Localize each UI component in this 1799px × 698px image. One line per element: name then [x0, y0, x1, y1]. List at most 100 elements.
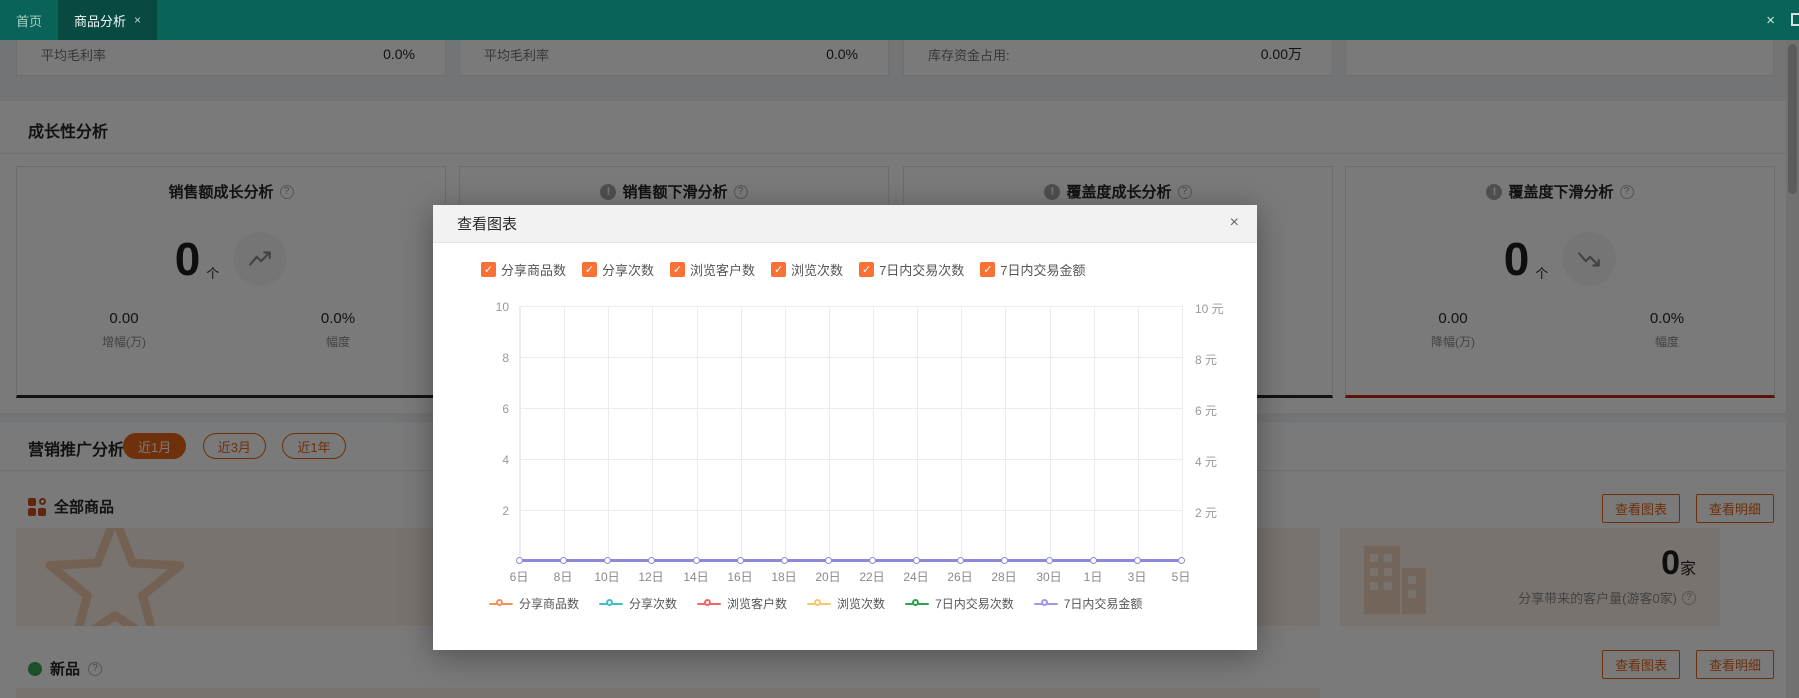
series-checkbox[interactable]: ✓ 7日内交易金额: [980, 260, 1086, 279]
legend-item[interactable]: 浏览次数: [807, 595, 885, 612]
legend-marker: [1033, 598, 1058, 609]
x-axis-label: 30日: [1036, 570, 1062, 584]
y-axis-label-right: 8 元: [1195, 353, 1218, 367]
topbar-actions: ×: [1766, 0, 1775, 40]
y-axis-label-right: 4 元: [1195, 455, 1218, 469]
y-axis-label: 4: [502, 453, 509, 467]
data-point[interactable]: [648, 557, 655, 564]
data-point[interactable]: [1001, 557, 1008, 564]
x-axis-label: 3日: [1127, 570, 1147, 584]
x-axis-label: 12日: [638, 570, 664, 584]
y-axis-label: 6: [502, 402, 509, 416]
y-axis-label-right: 10 元: [1195, 302, 1224, 316]
modal-header: 查看图表 ×: [433, 205, 1257, 243]
gridline: [1182, 306, 1183, 561]
checkbox-checked-icon: ✓: [481, 262, 496, 277]
legend-item[interactable]: 7日内交易次数: [905, 595, 1014, 612]
data-point[interactable]: [737, 557, 744, 564]
gridline: [741, 306, 742, 561]
x-axis-label: 14日: [683, 570, 709, 584]
y-axis-label: 10: [495, 300, 509, 314]
modal-title: 查看图表: [457, 216, 518, 233]
x-axis-label: 5日: [1171, 570, 1191, 584]
checkbox-checked-icon: ✓: [771, 262, 787, 277]
data-point[interactable]: [957, 557, 964, 564]
data-point[interactable]: [825, 557, 832, 564]
chart-legend: 分享商品数 分享次数 浏览客户数 浏览次数 7日内交易次数 7日内交易金额: [489, 595, 1142, 612]
series-checkbox[interactable]: ✓ 分享商品数: [481, 260, 566, 279]
gridline: [785, 306, 786, 561]
tab-close-icon[interactable]: ×: [134, 13, 141, 27]
x-axis-label: 20日: [815, 570, 841, 584]
series-checkbox[interactable]: ✓ 浏览客户数: [670, 260, 755, 279]
data-point[interactable]: [869, 557, 876, 564]
data-point[interactable]: [516, 557, 523, 564]
series-checkbox[interactable]: ✓ 浏览次数: [771, 260, 843, 279]
x-axis-label: 28日: [991, 570, 1017, 584]
gridline: [564, 306, 565, 561]
data-point[interactable]: [1090, 557, 1097, 564]
x-axis-label: 24日: [903, 570, 929, 584]
view-chart-modal: 查看图表 × ✓ 分享商品数 ✓ 分享次数 ✓ 浏览客户数 ✓ 浏览次数 ✓ 7…: [433, 205, 1257, 650]
gridline: [961, 306, 962, 561]
tab-home[interactable]: 首页: [0, 0, 58, 40]
data-point[interactable]: [1178, 557, 1185, 564]
data-point[interactable]: [693, 557, 700, 564]
gridline: [697, 306, 698, 561]
gridline: [520, 306, 1182, 307]
x-axis-label: 10日: [594, 570, 620, 584]
data-point[interactable]: [1046, 557, 1053, 564]
legend-marker: [697, 598, 722, 609]
series-checkbox[interactable]: ✓ 分享次数: [582, 260, 654, 279]
gridline: [520, 306, 521, 561]
legend-item[interactable]: 浏览客户数: [697, 595, 787, 612]
series-checkbox[interactable]: ✓ 7日内交易次数: [859, 260, 964, 279]
gridline: [652, 306, 653, 561]
legend-item[interactable]: 分享商品数: [489, 595, 579, 612]
app-window: 平均毛利率 0.0% 平均毛利率 0.0% 库存资金占用: 0.00万 成长性分…: [0, 0, 1799, 698]
checkbox-checked-icon: ✓: [980, 262, 996, 277]
legend-marker: [905, 598, 930, 609]
data-point[interactable]: [781, 557, 788, 564]
legend-item[interactable]: 7日内交易金额: [1033, 595, 1142, 612]
data-point[interactable]: [560, 557, 567, 564]
data-point[interactable]: [604, 557, 611, 564]
gridline: [520, 510, 1182, 511]
checkbox-checked-icon: ✓: [582, 262, 598, 277]
tab-product-analysis[interactable]: 商品分析 ×: [58, 0, 158, 40]
gridline: [917, 306, 918, 561]
gridline: [873, 306, 874, 561]
legend-marker: [599, 598, 624, 609]
gridline: [829, 306, 830, 561]
data-line-zero: [520, 559, 1182, 562]
close-icon[interactable]: ×: [1230, 215, 1239, 231]
gridline: [1094, 306, 1095, 561]
gridline: [1005, 306, 1006, 561]
x-axis-label: 22日: [859, 570, 885, 584]
series-checkbox-row: ✓ 分享商品数 ✓ 分享次数 ✓ 浏览客户数 ✓ 浏览次数 ✓ 7日内交易次数 …: [481, 260, 1086, 279]
gridline: [520, 408, 1182, 409]
x-axis-label: 26日: [947, 570, 973, 584]
tab-bar: 首页 商品分析 × ×: [0, 0, 1799, 40]
data-point[interactable]: [1134, 557, 1141, 564]
legend-marker: [807, 598, 832, 609]
gridline: [520, 357, 1182, 358]
chart-plot-area: [516, 306, 1185, 564]
y-axis-label-right: 6 元: [1195, 404, 1218, 418]
gridline: [520, 459, 1182, 460]
x-axis-label: 16日: [727, 570, 753, 584]
checkbox-checked-icon: ✓: [670, 262, 686, 277]
close-all-icon[interactable]: ×: [1766, 12, 1775, 29]
y-axis-label-right: 2 元: [1195, 506, 1218, 520]
x-axis-label: 8日: [553, 570, 573, 584]
expand-icon[interactable]: [1791, 13, 1799, 26]
gridline: [608, 306, 609, 561]
gridline: [1138, 306, 1139, 561]
x-axis-label: 6日: [509, 570, 529, 584]
checkbox-checked-icon: ✓: [859, 262, 875, 277]
y-axis-label: 2: [502, 504, 509, 518]
legend-item[interactable]: 分享次数: [599, 595, 677, 612]
gridline: [1050, 306, 1051, 561]
data-point[interactable]: [913, 557, 920, 564]
legend-marker: [489, 598, 513, 609]
